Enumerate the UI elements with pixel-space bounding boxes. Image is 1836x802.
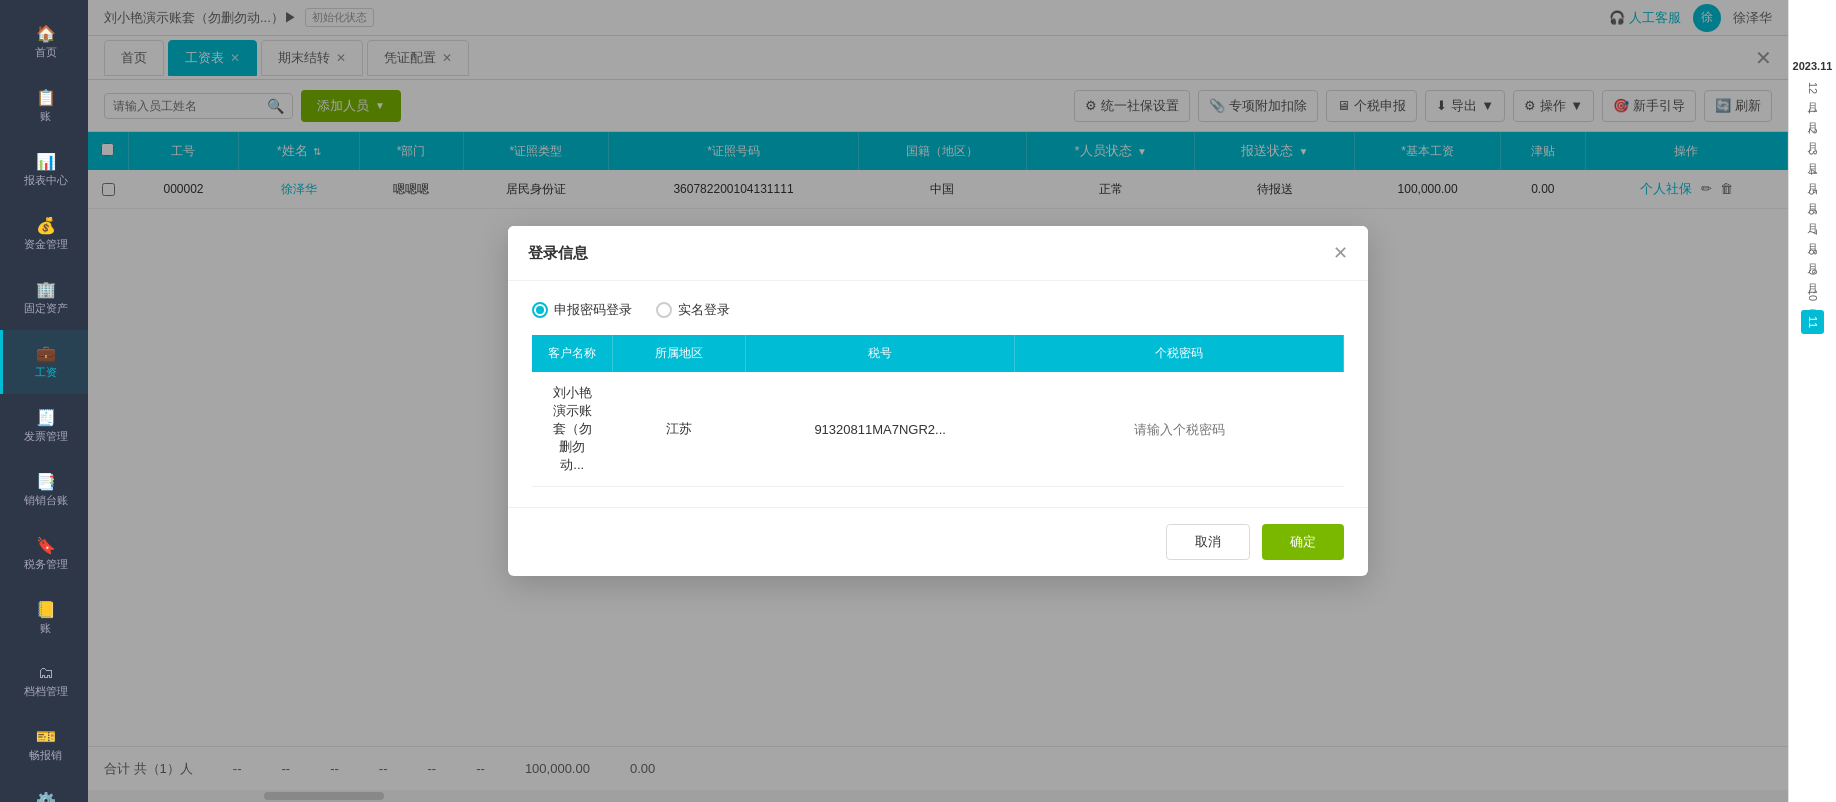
sidebar-item-report-center[interactable]: 📊 报表中心 — [0, 138, 88, 202]
modal-footer: 取消 确定 — [508, 507, 1368, 576]
modal-close-button[interactable]: ✕ — [1333, 242, 1348, 264]
radio-pwd-label: 申报密码登录 — [554, 301, 632, 319]
sidebar-item-accounts[interactable]: 📋 账 — [0, 74, 88, 138]
calendar-month-4[interactable]: 4月 — [1805, 163, 1820, 181]
sidebar-item-sales-ledger[interactable]: 📑 销销台账 — [0, 458, 88, 522]
tax-pwd-input[interactable] — [1031, 422, 1328, 437]
calendar-year: 2023.11 — [1793, 60, 1833, 72]
modal-tax-pwd-cell — [1015, 372, 1344, 487]
login-type-radio-group: 申报密码登录 实名登录 — [532, 301, 1344, 319]
calendar-month-2[interactable]: 2月 — [1805, 122, 1820, 140]
modal-body: 申报密码登录 实名登录 客户名称 所属地区 税号 个税密码 — [508, 281, 1368, 507]
radio-realname-circle — [656, 302, 672, 318]
calendar-month-10[interactable]: 10月 — [1805, 283, 1820, 307]
sidebar-item-settings[interactable]: ⚙️ 设置 — [0, 777, 88, 802]
calendar-month-1[interactable]: 1月 — [1805, 102, 1820, 120]
modal-table-row: 刘小艳演示账套（勿删勿动... 江苏 91320811MA7NGR2... — [532, 372, 1344, 487]
calendar-month-8[interactable]: 8月 — [1805, 243, 1820, 261]
calendar-month-3[interactable]: 3月 — [1805, 143, 1820, 161]
modal-login-table: 客户名称 所属地区 税号 个税密码 刘小艳演示账套（勿删勿动... 江苏 913… — [532, 335, 1344, 487]
sidebar-item-payroll[interactable]: 💼 工资 — [0, 330, 88, 394]
confirm-button[interactable]: 确定 — [1262, 524, 1344, 560]
modal-col-client-name: 客户名称 — [532, 335, 613, 372]
calendar-month-12[interactable]: 12月 — [1805, 76, 1820, 100]
radio-pwd-login[interactable]: 申报密码登录 — [532, 301, 632, 319]
sidebar-item-smooth-sales[interactable]: 🎫 畅报销 — [0, 713, 88, 777]
sidebar-item-archive[interactable]: 🗂 档档管理 — [0, 650, 88, 713]
modal-col-region: 所属地区 — [613, 335, 746, 372]
sidebar-item-ledger[interactable]: 📒 账 — [0, 586, 88, 650]
modal-col-tax-no: 税号 — [746, 335, 1015, 372]
modal-client-name: 刘小艳演示账套（勿删勿动... — [532, 372, 613, 487]
modal-overlay: 登录信息 ✕ 申报密码登录 实名登录 客户名称 所属地区 — [88, 0, 1788, 802]
modal-header: 登录信息 ✕ — [508, 226, 1368, 281]
sidebar: 🏠 首页 📋 账 📊 报表中心 💰 资金管理 🏢 固定资产 💼 工资 🧾 发票管… — [0, 0, 88, 802]
radio-realname-label: 实名登录 — [678, 301, 730, 319]
login-info-modal: 登录信息 ✕ 申报密码登录 实名登录 客户名称 所属地区 — [508, 226, 1368, 576]
modal-col-tax-pwd: 个税密码 — [1015, 335, 1344, 372]
sidebar-item-tax-mgmt[interactable]: 🔖 税务管理 — [0, 522, 88, 586]
modal-region: 江苏 — [613, 372, 746, 487]
calendar-month-9[interactable]: 9月 — [1805, 263, 1820, 281]
sidebar-item-home[interactable]: 🏠 首页 — [0, 10, 88, 74]
sidebar-item-ticket[interactable]: 🧾 发票管理 — [0, 394, 88, 458]
sidebar-item-fixed-assets[interactable]: 🏢 固定资产 — [0, 266, 88, 330]
radio-pwd-circle — [532, 302, 548, 318]
radio-realname-login[interactable]: 实名登录 — [656, 301, 730, 319]
cancel-button[interactable]: 取消 — [1166, 524, 1250, 560]
modal-tax-no: 91320811MA7NGR2... — [746, 372, 1015, 487]
calendar-month-6[interactable]: 6月 — [1805, 203, 1820, 221]
calendar-month-7[interactable]: 7月 — [1805, 223, 1820, 241]
right-calendar-sidebar: 2023.11 12月 1月 2月 3月 4月 5月 6月 7月 8月 9月 1… — [1788, 0, 1836, 802]
sidebar-item-funds[interactable]: 💰 资金管理 — [0, 202, 88, 266]
calendar-month-5[interactable]: 5月 — [1805, 183, 1820, 201]
modal-title: 登录信息 — [528, 244, 588, 263]
calendar-month-11[interactable]: 11月 — [1801, 310, 1824, 334]
